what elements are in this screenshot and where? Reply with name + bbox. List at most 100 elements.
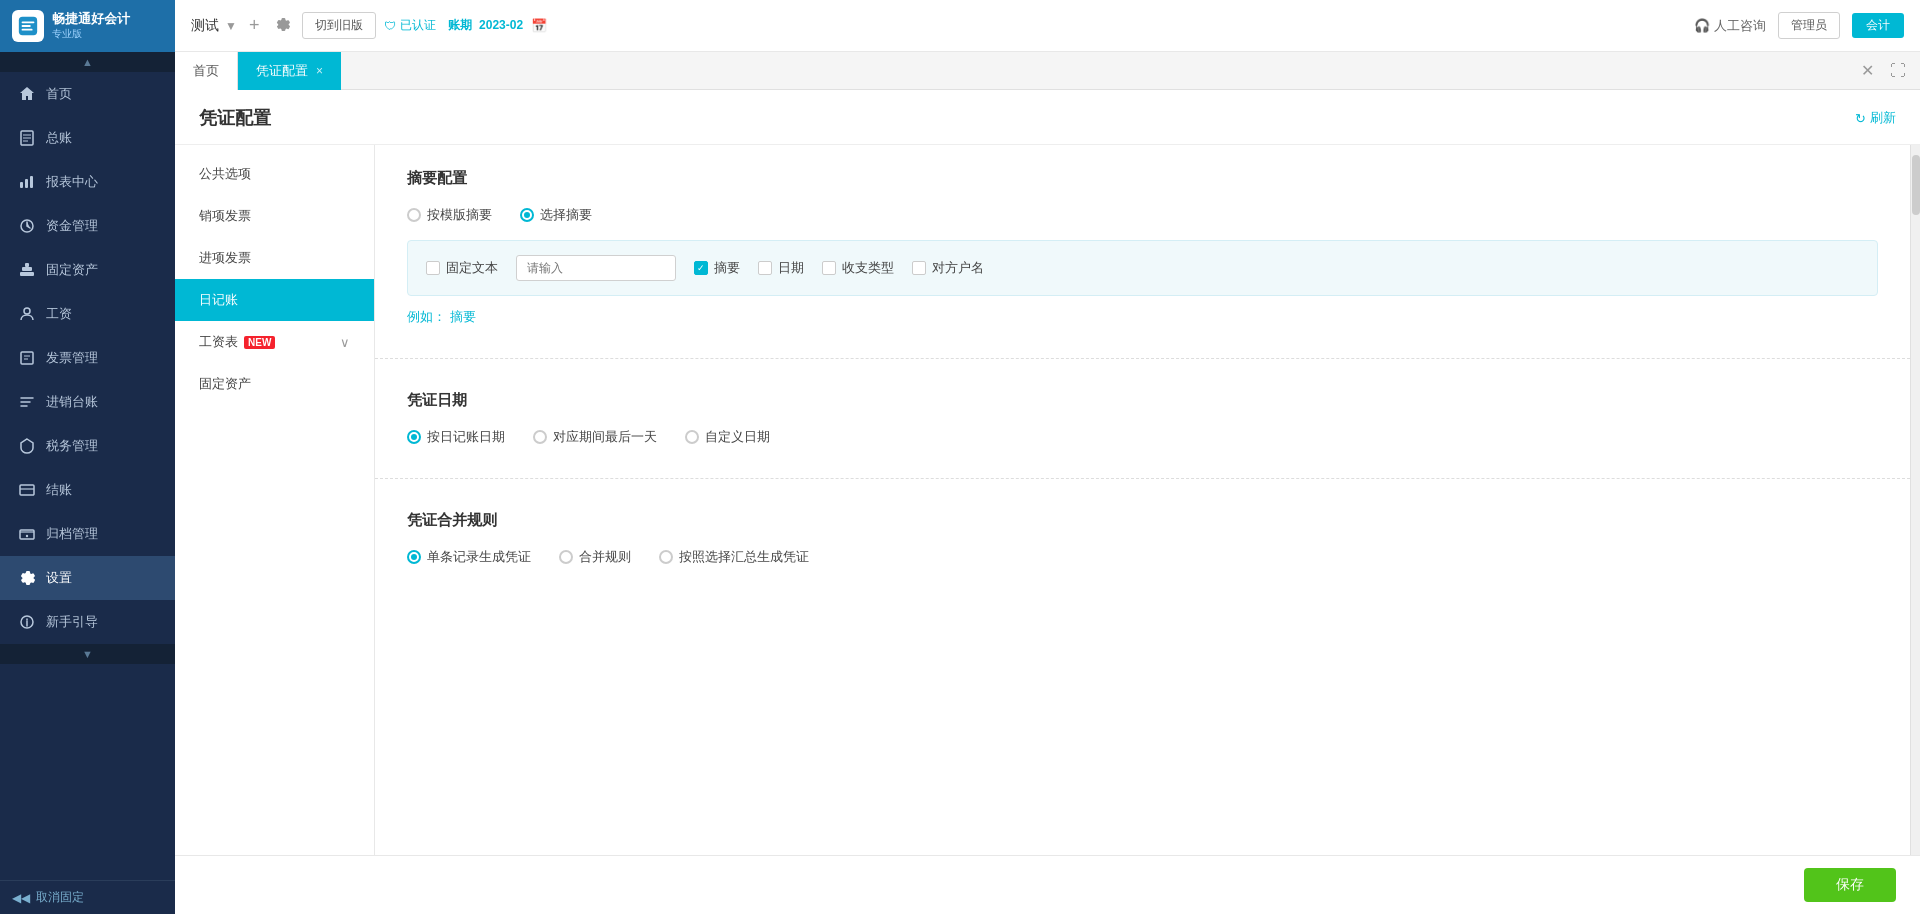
voucher-merge-title: 凭证合并规则	[407, 511, 1878, 530]
gear-icon[interactable]	[271, 17, 294, 35]
tab-voucher-config[interactable]: 凭证配置 ×	[238, 52, 341, 90]
manager-button[interactable]: 管理员	[1778, 12, 1840, 39]
left-nav-purchase-invoice[interactable]: 进项发票	[175, 237, 374, 279]
sidebar-item-close-accounts[interactable]: 结账	[0, 468, 175, 512]
calendar-icon[interactable]: 📅	[531, 18, 547, 33]
tabbar: 首页 凭证配置 × ✕ ⛶	[175, 52, 1920, 90]
checkbox-counterpart-name[interactable]: 对方户名	[912, 259, 984, 277]
app-edition: 专业版	[52, 27, 130, 41]
svg-rect-6	[20, 272, 34, 276]
section-divider-1	[375, 358, 1910, 359]
radio-select-label: 选择摘要	[540, 206, 592, 224]
radio-custom-date-circle	[685, 430, 699, 444]
sidebar-item-ledger[interactable]: 总账	[0, 116, 175, 160]
radio-merge-rule-circle	[559, 550, 573, 564]
refresh-button[interactable]: ↻ 刷新	[1855, 109, 1896, 141]
checkbox-date-label: 日期	[778, 259, 804, 277]
scrollbar-thumb[interactable]	[1912, 155, 1920, 215]
left-nav-sales-invoice[interactable]: 销项发票	[175, 195, 374, 237]
fixed-text-input[interactable]	[516, 255, 676, 281]
sidebar-item-report[interactable]: 报表中心	[0, 160, 175, 204]
cancel-fixed-button[interactable]: ◀◀ 取消固定	[0, 880, 175, 914]
radio-diary-date[interactable]: 按日记账日期	[407, 428, 505, 446]
sidebar-item-home[interactable]: 首页	[0, 72, 175, 116]
sidebar-item-trade[interactable]: 进销台账	[0, 380, 175, 424]
role-button[interactable]: 会计	[1852, 13, 1904, 38]
add-tab-button[interactable]: +	[245, 15, 264, 36]
shield-icon: 🛡	[384, 19, 396, 33]
left-nav: 公共选项 销项发票 进项发票 日记账 工资表 NEW ∨	[175, 145, 375, 855]
radio-single-record[interactable]: 单条记录生成凭证	[407, 548, 531, 566]
radio-select-summary[interactable]: 选择摘要	[520, 206, 592, 224]
svg-point-9	[24, 308, 30, 314]
refresh-icon: ↻	[1855, 111, 1866, 126]
sidebar-item-tax[interactable]: 税务管理	[0, 424, 175, 468]
headset-icon: 🎧	[1694, 18, 1710, 33]
consult-button[interactable]: 🎧 人工咨询	[1694, 17, 1766, 35]
tab-voucher-config-label: 凭证配置	[256, 62, 308, 80]
checkbox-summary[interactable]: 摘要	[694, 259, 740, 277]
radio-last-day[interactable]: 对应期间最后一天	[533, 428, 657, 446]
checkbox-summary-box	[694, 261, 708, 275]
save-button[interactable]: 保存	[1804, 868, 1896, 902]
sidebar-label-guide: 新手引导	[46, 613, 98, 631]
asset-icon	[18, 261, 36, 279]
page-title: 凭证配置	[199, 106, 271, 144]
sidebar-item-invoice[interactable]: 发票管理	[0, 336, 175, 380]
expand-button[interactable]: ⛶	[1884, 60, 1912, 82]
cancel-fixed-icon: ◀◀	[12, 891, 30, 905]
home-icon	[18, 85, 36, 103]
invoice-icon	[18, 349, 36, 367]
sidebar-label-archive: 归档管理	[46, 525, 98, 543]
page-header: 凭证配置 ↻ 刷新	[175, 90, 1920, 145]
sidebar-label-report: 报表中心	[46, 173, 98, 191]
bottom-bar: 保存	[175, 855, 1920, 914]
sidebar: 畅捷通好会计 专业版 ▲ 首页 总账 报表中心	[0, 0, 175, 914]
sidebar-label-asset: 固定资产	[46, 261, 98, 279]
sidebar-label-home: 首页	[46, 85, 72, 103]
consult-label: 人工咨询	[1714, 17, 1766, 35]
sidebar-item-fund[interactable]: 资金管理	[0, 204, 175, 248]
radio-template-summary[interactable]: 按模版摘要	[407, 206, 492, 224]
svg-point-13	[26, 535, 28, 537]
certified-label: 已认证	[400, 17, 436, 34]
scrollbar-track[interactable]	[1910, 145, 1920, 855]
close-window-button[interactable]: ✕	[1855, 59, 1880, 82]
sidebar-label-ledger: 总账	[46, 129, 72, 147]
tab-close-icon[interactable]: ×	[316, 64, 323, 78]
left-nav-salary-table[interactable]: 工资表 NEW ∨	[175, 321, 374, 363]
main-area: 测试 ▼ + 切到旧版 🛡 已认证 账期 2023-02 📅 🎧 人工咨询 管理…	[175, 0, 1920, 914]
tab-home[interactable]: 首页	[175, 52, 238, 90]
sidebar-label-close-accounts: 结账	[46, 481, 72, 499]
company-selector[interactable]: 测试 ▼	[191, 17, 237, 35]
scroll-down-icon[interactable]: ▼	[82, 648, 93, 660]
sidebar-item-guide[interactable]: 新手引导	[0, 600, 175, 644]
sidebar-item-archive[interactable]: 归档管理	[0, 512, 175, 556]
sidebar-item-asset[interactable]: 固定资产	[0, 248, 175, 292]
radio-aggregate[interactable]: 按照选择汇总生成凭证	[659, 548, 809, 566]
left-nav-fixed-assets[interactable]: 固定资产	[175, 363, 374, 405]
sidebar-item-salary[interactable]: 工资	[0, 292, 175, 336]
radio-custom-date[interactable]: 自定义日期	[685, 428, 770, 446]
section-voucher-date: 凭证日期 按日记账日期 对应期间最后一天	[407, 391, 1878, 446]
svg-rect-3	[25, 179, 28, 188]
sidebar-item-settings[interactable]: 设置	[0, 556, 175, 600]
right-panel: 摘要配置 按模版摘要 选择摘要	[375, 145, 1920, 855]
checkbox-income-type[interactable]: 收支类型	[822, 259, 894, 277]
trade-icon	[18, 393, 36, 411]
radio-diary-date-label: 按日记账日期	[427, 428, 505, 446]
svg-rect-8	[25, 263, 29, 267]
radio-merge-rule[interactable]: 合并规则	[559, 548, 631, 566]
checkbox-fixed-text[interactable]: 固定文本	[426, 259, 498, 277]
checkbox-date[interactable]: 日期	[758, 259, 804, 277]
expand-arrow-icon: ∨	[340, 335, 350, 350]
ledger-icon	[18, 129, 36, 147]
left-nav-public[interactable]: 公共选项	[175, 153, 374, 195]
voucher-date-title: 凭证日期	[407, 391, 1878, 410]
two-panel: 公共选项 销项发票 进项发票 日记账 工资表 NEW ∨	[175, 145, 1920, 855]
scroll-up-icon[interactable]: ▲	[82, 56, 93, 68]
svg-rect-12	[20, 530, 34, 539]
left-nav-diary[interactable]: 日记账	[175, 279, 374, 321]
summary-radio-group: 按模版摘要 选择摘要	[407, 206, 1878, 224]
old-version-button[interactable]: 切到旧版	[302, 12, 376, 39]
